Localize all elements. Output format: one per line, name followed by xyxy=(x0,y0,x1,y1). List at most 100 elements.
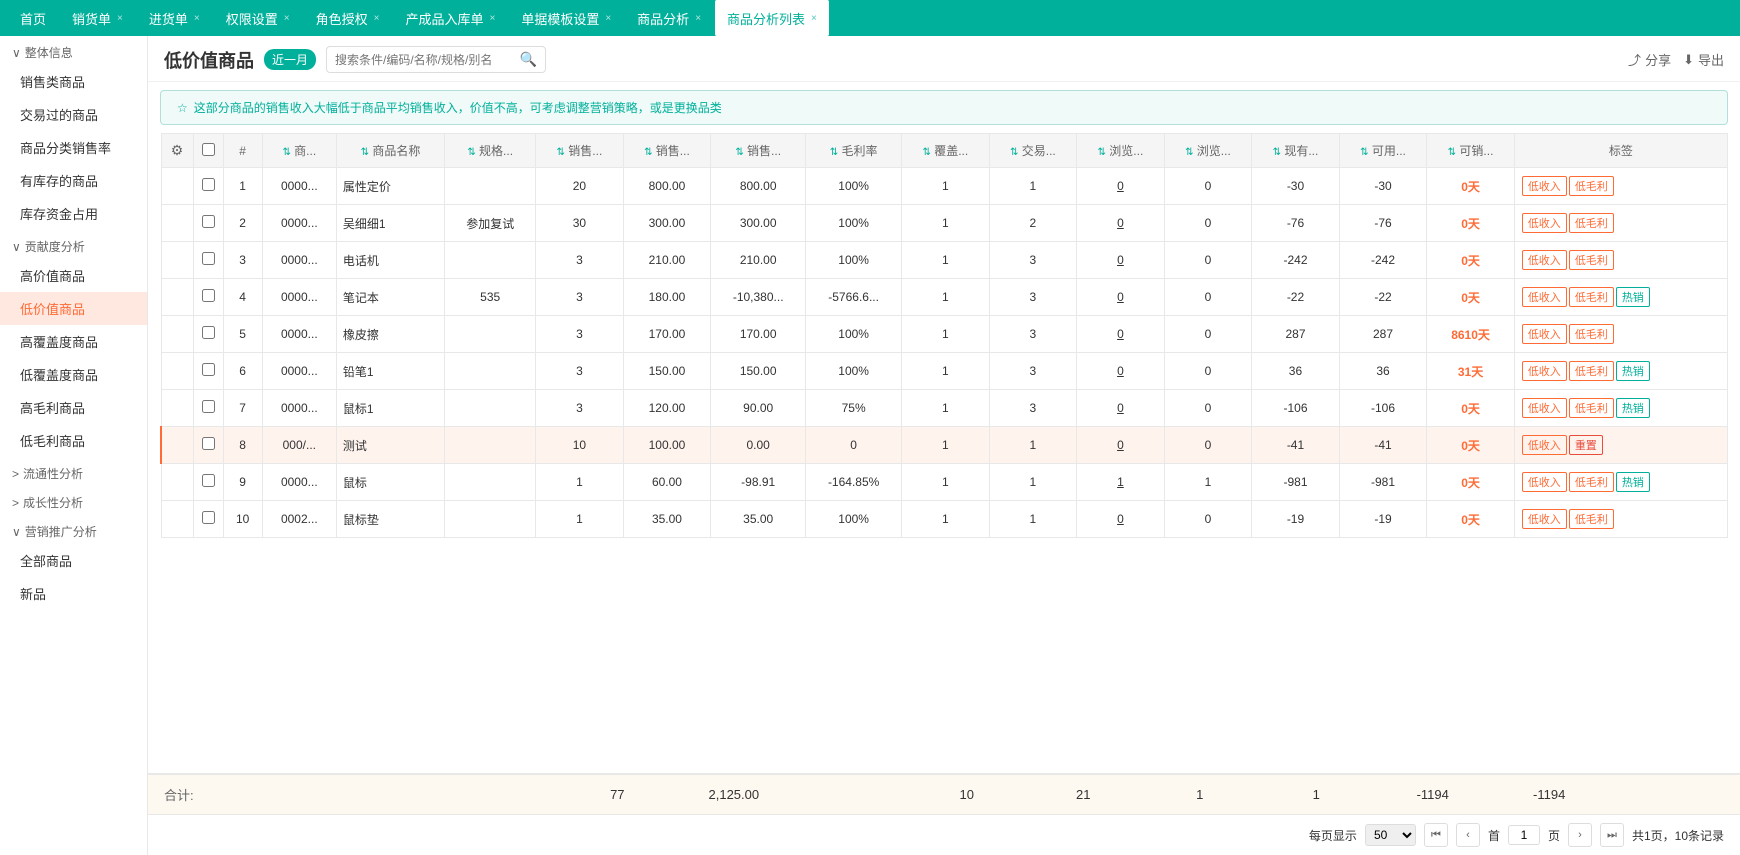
row-checkbox[interactable] xyxy=(202,252,215,265)
nav-close-icon[interactable]: × xyxy=(374,13,380,24)
nav-purchase-order[interactable]: 进货单 × xyxy=(137,0,212,36)
sidebar-item-new-products[interactable]: 新品 xyxy=(0,577,147,610)
cell-gross-margin: 100% xyxy=(806,353,902,390)
cell-available: -242 xyxy=(1339,242,1427,279)
col-available[interactable]: ⇅ 可用... xyxy=(1339,134,1427,168)
sidebar-item-high-coverage[interactable]: 高覆盖度商品 xyxy=(0,325,147,358)
nav-home[interactable]: 首页 xyxy=(8,0,58,36)
cell-coverage: 1 xyxy=(902,464,990,501)
nav-close-icon[interactable]: × xyxy=(117,13,123,24)
sidebar-item-low-coverage[interactable]: 低覆盖度商品 xyxy=(0,358,147,391)
nav-close-icon[interactable]: × xyxy=(811,13,817,24)
next-page-button[interactable]: › xyxy=(1568,823,1592,847)
col-current-stock[interactable]: ⇅ 现有... xyxy=(1252,134,1340,168)
sidebar-group-contribution[interactable]: ∨贡献度分析 xyxy=(0,230,147,259)
col-name[interactable]: ⇅ 商品名称 xyxy=(336,134,444,168)
nav-sales-order[interactable]: 销货单 × xyxy=(60,0,135,36)
row-checkbox[interactable] xyxy=(202,474,215,487)
cell-views1[interactable]: 0 xyxy=(1077,279,1165,316)
cell-checkbox[interactable] xyxy=(193,316,223,353)
col-settings[interactable]: ⚙ xyxy=(161,134,193,168)
sidebar-item-all-products[interactable]: 全部商品 xyxy=(0,544,147,577)
nav-permissions[interactable]: 权限设置 × xyxy=(214,0,302,36)
sidebar-item-traded-products[interactable]: 交易过的商品 xyxy=(0,98,147,131)
prev-page-button[interactable]: ‹ xyxy=(1456,823,1480,847)
cell-views1[interactable]: 0 xyxy=(1077,390,1165,427)
row-checkbox[interactable] xyxy=(202,215,215,228)
nav-close-icon[interactable]: × xyxy=(605,13,611,24)
nav-close-icon[interactable]: × xyxy=(489,13,495,24)
row-checkbox[interactable] xyxy=(202,289,215,302)
col-views1[interactable]: ⇅ 浏览... xyxy=(1077,134,1165,168)
sidebar-item-high-margin[interactable]: 高毛利商品 xyxy=(0,391,147,424)
nav-product-analysis-list[interactable]: 商品分析列表 × xyxy=(715,0,829,36)
row-checkbox[interactable] xyxy=(202,511,215,524)
cell-checkbox[interactable] xyxy=(193,427,223,464)
nav-product-inbound[interactable]: 产成品入库单 × xyxy=(393,0,507,36)
page-number-input[interactable] xyxy=(1508,825,1540,845)
col-code[interactable]: ⇅ 商... xyxy=(262,134,336,168)
cell-sales-qty: 3 xyxy=(536,242,624,279)
col-sales-qty[interactable]: ⇅ 销售... xyxy=(536,134,624,168)
search-icon[interactable]: 🔍 xyxy=(520,51,537,68)
cell-views1[interactable]: 1 xyxy=(1077,464,1165,501)
first-page-button[interactable]: ⏮ xyxy=(1424,823,1448,847)
cell-checkbox[interactable] xyxy=(193,390,223,427)
export-button[interactable]: ⬇ 导出 xyxy=(1683,50,1724,69)
cell-checkbox[interactable] xyxy=(193,353,223,390)
row-checkbox[interactable] xyxy=(202,437,215,450)
col-transactions[interactable]: ⇅ 交易... xyxy=(989,134,1077,168)
search-input[interactable] xyxy=(335,53,516,67)
sidebar-item-low-value[interactable]: 低价值商品 xyxy=(0,292,147,325)
date-filter-badge[interactable]: 近一月 xyxy=(264,49,316,70)
tag-low-income: 低收入 xyxy=(1522,287,1567,307)
nav-close-icon[interactable]: × xyxy=(194,13,200,24)
per-page-select[interactable]: 50 100 200 xyxy=(1365,824,1416,846)
nav-close-icon[interactable]: × xyxy=(695,13,701,24)
col-coverage[interactable]: ⇅ 覆盖... xyxy=(902,134,990,168)
sidebar-item-low-margin[interactable]: 低毛利商品 xyxy=(0,424,147,457)
cell-views1[interactable]: 0 xyxy=(1077,242,1165,279)
sidebar-group-growth[interactable]: >成长性分析 xyxy=(0,486,147,515)
nav-template-settings[interactable]: 单据模板设置 × xyxy=(509,0,623,36)
row-checkbox[interactable] xyxy=(202,400,215,413)
sidebar-item-high-value[interactable]: 高价值商品 xyxy=(0,259,147,292)
cell-checkbox[interactable] xyxy=(193,242,223,279)
sidebar-item-category-sales-rate[interactable]: 商品分类销售率 xyxy=(0,131,147,164)
cell-views1[interactable]: 0 xyxy=(1077,427,1165,464)
cell-views1[interactable]: 0 xyxy=(1077,316,1165,353)
sidebar-item-stock-capital[interactable]: 库存资金占用 xyxy=(0,197,147,230)
sidebar-group-marketing[interactable]: ∨营销推广分析 xyxy=(0,515,147,544)
row-checkbox[interactable] xyxy=(202,178,215,191)
col-saleable[interactable]: ⇅ 可销... xyxy=(1427,134,1515,168)
cell-checkbox[interactable] xyxy=(193,205,223,242)
cell-checkbox[interactable] xyxy=(193,168,223,205)
cell-views1[interactable]: 0 xyxy=(1077,353,1165,390)
col-views2[interactable]: ⇅ 浏览... xyxy=(1164,134,1252,168)
cell-checkbox[interactable] xyxy=(193,279,223,316)
share-button[interactable]: ⤴ 分享 xyxy=(1628,50,1671,69)
row-checkbox[interactable] xyxy=(202,326,215,339)
row-checkbox[interactable] xyxy=(202,363,215,376)
sidebar-group-overview[interactable]: ∨整体信息 xyxy=(0,36,147,65)
last-page-button[interactable]: ⏭ xyxy=(1600,823,1624,847)
cell-checkbox[interactable] xyxy=(193,501,223,538)
col-sales-price[interactable]: ⇅ 销售... xyxy=(623,134,711,168)
table-container[interactable]: ⚙ # ⇅ 商... ⇅ 商品名称 ⇅ 规格... ⇅ 销售... ⇅ 销售..… xyxy=(148,133,1740,773)
col-sales-amount[interactable]: ⇅ 销售... xyxy=(711,134,806,168)
nav-role-auth[interactable]: 角色授权 × xyxy=(304,0,392,36)
select-all-checkbox[interactable] xyxy=(202,143,215,156)
nav-product-analysis[interactable]: 商品分析 × xyxy=(625,0,713,36)
cell-views1[interactable]: 0 xyxy=(1077,205,1165,242)
sidebar-item-stocked-products[interactable]: 有库存的商品 xyxy=(0,164,147,197)
col-gross-margin[interactable]: ⇅ 毛利率 xyxy=(806,134,902,168)
col-spec[interactable]: ⇅ 规格... xyxy=(445,134,536,168)
cell-checkbox[interactable] xyxy=(193,464,223,501)
cell-views1[interactable]: 0 xyxy=(1077,501,1165,538)
cell-views1[interactable]: 0 xyxy=(1077,168,1165,205)
gear-icon[interactable]: ⚙ xyxy=(171,142,184,158)
sidebar-group-circulation[interactable]: >流通性分析 xyxy=(0,457,147,486)
sidebar-item-sales-products[interactable]: 销售类商品 xyxy=(0,65,147,98)
nav-close-icon[interactable]: × xyxy=(284,13,290,24)
footer-total-row: 合计: 77 2,125.00 10 21 1 1 -1194 -1194 xyxy=(148,773,1740,814)
